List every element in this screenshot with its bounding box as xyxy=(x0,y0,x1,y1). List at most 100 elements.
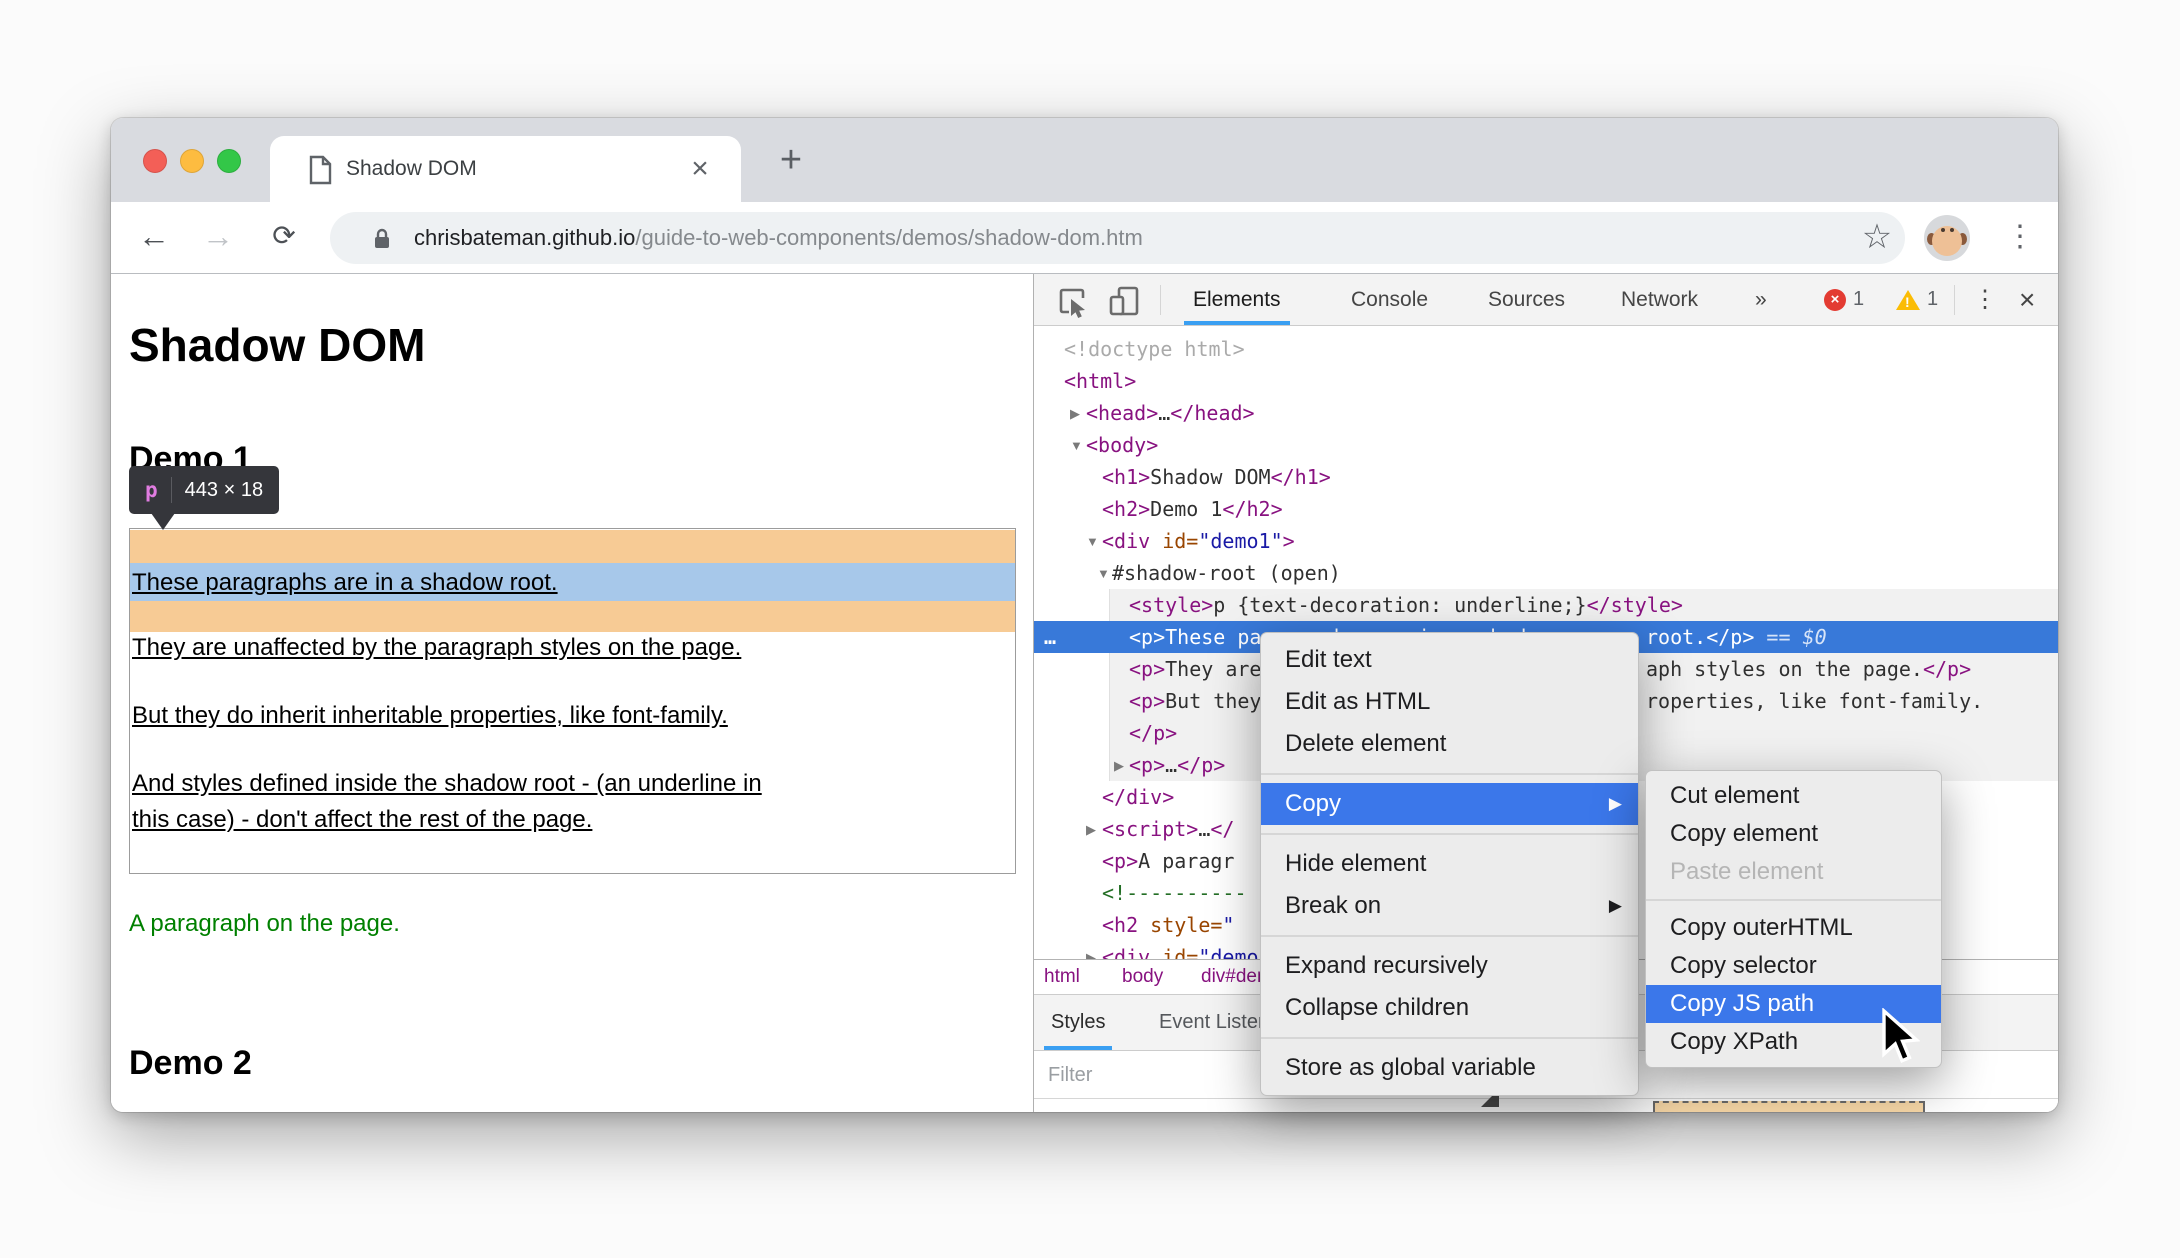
address-bar[interactable]: chrisbateman.github.io/guide-to-web-comp… xyxy=(330,212,1905,264)
dom-tree-row[interactable]: ▼ <body> xyxy=(1034,429,2058,461)
devtools-more-icon[interactable]: ⋮ xyxy=(1964,274,2006,325)
dom-tree-row[interactable]: ▼ <div id="demo1"> xyxy=(1034,525,2058,557)
reload-button[interactable]: ⟳ xyxy=(259,202,309,273)
submenu-item-copy-selector[interactable]: Copy selector xyxy=(1646,947,1941,985)
menu-item-edit-text[interactable]: Edit text xyxy=(1261,639,1638,681)
menu-item-delete-element[interactable]: Delete element xyxy=(1261,723,1638,765)
tree-expand-icon[interactable]: ▼ xyxy=(1097,558,1110,590)
syntax-token: roperties, like font-family. xyxy=(1646,689,1984,713)
metrics-margin-fragment xyxy=(1653,1101,1925,1112)
submenu-item-cut-element[interactable]: Cut element xyxy=(1646,777,1941,815)
error-count: 1 xyxy=(1853,288,1865,310)
syntax-token: </head> xyxy=(1170,401,1255,425)
page-favicon-icon xyxy=(306,154,334,191)
menu-item-copy[interactable]: Copy ▶ xyxy=(1261,783,1638,825)
devtools-close-icon[interactable]: × xyxy=(2010,274,2044,325)
warning-badge[interactable]: ! 1 xyxy=(1896,274,1938,325)
inspect-element-icon[interactable] xyxy=(1054,283,1090,324)
menu-separator xyxy=(1261,773,1638,775)
dom-row-text: roperties, like font-family. xyxy=(1646,685,1983,717)
syntax-token: </div> xyxy=(1102,785,1175,809)
syntax-token: <p> xyxy=(1102,849,1139,873)
syntax-token: Demo 1 xyxy=(1150,497,1223,521)
devtools-tab-»[interactable]: » xyxy=(1746,274,1776,325)
minimize-window-button[interactable] xyxy=(180,149,204,173)
breadcrumb-item-body[interactable]: body xyxy=(1122,960,1163,994)
dom-tree-row[interactable]: <!doctype html> xyxy=(1034,333,2058,365)
devtools-tab-sources[interactable]: Sources xyxy=(1479,274,1574,325)
tree-expand-icon[interactable]: ▶ xyxy=(1070,398,1080,430)
syntax-token: <h2> xyxy=(1102,497,1151,521)
breadcrumb-item-html[interactable]: html xyxy=(1044,960,1080,994)
dom-tree-row[interactable]: <h2>Demo 1</h2> xyxy=(1034,493,2058,525)
syntax-token: </p> xyxy=(1129,721,1178,745)
dom-row-text: </p> xyxy=(1129,717,1177,749)
lock-icon[interactable] xyxy=(372,227,392,256)
dom-tree-row[interactable]: <style>p {text-decoration: underline;}</… xyxy=(1034,589,2058,621)
syntax-token: </h1> xyxy=(1270,465,1331,489)
avatar-art xyxy=(1950,228,1954,232)
dom-tree-row[interactable]: <html> xyxy=(1034,365,2058,397)
devtools-tab-elements[interactable]: Elements xyxy=(1184,274,1290,325)
tooltip-divider xyxy=(170,477,172,503)
dom-row-text: <h1>Shadow DOM</h1> xyxy=(1102,461,1331,493)
new-tab-button[interactable]: + xyxy=(763,132,819,188)
devtools-tab-console[interactable]: Console xyxy=(1342,274,1437,325)
submenu-item-copy-outerhtml[interactable]: Copy outerHTML xyxy=(1646,909,1941,947)
chrome-menu-icon[interactable]: ⋮ xyxy=(1995,202,2045,273)
menu-item-collapse-children[interactable]: Collapse children xyxy=(1261,987,1638,1029)
syntax-token: </ xyxy=(1210,817,1235,841)
syntax-token: <!---------- xyxy=(1102,881,1247,905)
dom-row-text: <style>p {text-decoration: underline;}</… xyxy=(1129,589,1683,621)
url-text[interactable]: chrisbateman.github.io/guide-to-web-comp… xyxy=(414,212,1143,264)
tree-expand-icon[interactable]: ▶ xyxy=(1114,750,1124,782)
menu-item-hide-element[interactable]: Hide element xyxy=(1261,843,1638,885)
url-path: /guide-to-web-components/demos/shadow-do… xyxy=(635,225,1143,250)
tree-expand-icon[interactable]: ▶ xyxy=(1086,814,1096,846)
browser-toolbar: ← → ⟳ chrisbateman.github.io/guide-to-we… xyxy=(111,202,2058,274)
selected-row-ellipsis[interactable]: … xyxy=(1044,621,1056,653)
dom-tree-row[interactable]: <h1>Shadow DOM</h1> xyxy=(1034,461,2058,493)
syntax-token: </p> xyxy=(1922,657,1972,681)
device-toolbar-icon[interactable] xyxy=(1106,283,1144,324)
filter-input[interactable]: Filter xyxy=(1048,1051,1092,1099)
dom-tree-row[interactable]: ▼ #shadow-root (open) xyxy=(1034,557,2058,589)
dom-row-text: <h2>Demo 1</h2> xyxy=(1102,493,1283,525)
menu-item-edit-as-html[interactable]: Edit as HTML xyxy=(1261,681,1638,723)
context-menu: Edit text Edit as HTML Delete element Copy ▶… xyxy=(1260,632,1639,1096)
menu-item-break-on[interactable]: Break on ▶ xyxy=(1261,885,1638,927)
back-button[interactable]: ← xyxy=(129,202,179,273)
syntax-token: style= xyxy=(1138,913,1223,937)
shadow-paragraph-line: And styles defined inside the shadow roo… xyxy=(132,770,762,797)
sidebar-tab-styles[interactable]: Styles xyxy=(1044,995,1112,1050)
close-window-button[interactable] xyxy=(143,149,167,173)
submenu-item-copy-element[interactable]: Copy element xyxy=(1646,815,1941,853)
tab-title: Shadow DOM xyxy=(346,157,477,180)
page-viewport: Shadow DOM Demo 1 These paragraphs are i… xyxy=(111,274,1033,1112)
tree-expand-icon[interactable]: ▼ xyxy=(1086,526,1099,558)
syntax-token: <div xyxy=(1102,529,1151,553)
browser-tab[interactable]: Shadow DOM × xyxy=(270,136,741,202)
toolbar-divider xyxy=(1954,285,1955,315)
syntax-token: id= xyxy=(1150,529,1199,553)
syntax-token: </h2> xyxy=(1222,497,1283,521)
menu-item-expand-recursively[interactable]: Expand recursively xyxy=(1261,945,1638,987)
tree-expand-icon[interactable]: ▼ xyxy=(1070,430,1083,462)
inspect-tooltip: p 443 × 18 xyxy=(129,466,280,530)
avatar-art xyxy=(1941,228,1945,232)
tooltip-tag: p xyxy=(145,478,158,502)
shadow-paragraph-line: this case) - don't affect the rest of th… xyxy=(132,806,593,833)
devtools-tab-network[interactable]: Network xyxy=(1612,274,1707,325)
url-host: chrisbateman.github.io xyxy=(414,225,636,250)
menu-separator xyxy=(1261,935,1638,937)
dom-tree-row[interactable]: ▶ <head>…</head> xyxy=(1034,397,2058,429)
menu-separator xyxy=(1646,899,1941,901)
profile-avatar[interactable] xyxy=(1924,215,1970,261)
bookmark-star-icon[interactable]: ☆ xyxy=(1849,202,1905,273)
syntax-token: <style> xyxy=(1129,593,1214,617)
tab-close-icon[interactable]: × xyxy=(681,150,719,188)
dom-row-text: <p>…</p> xyxy=(1129,749,1225,781)
zoom-window-button[interactable] xyxy=(217,149,241,173)
error-badge[interactable]: × 1 xyxy=(1824,274,1864,325)
menu-item-store-as-global-variable[interactable]: Store as global variable xyxy=(1261,1047,1638,1089)
